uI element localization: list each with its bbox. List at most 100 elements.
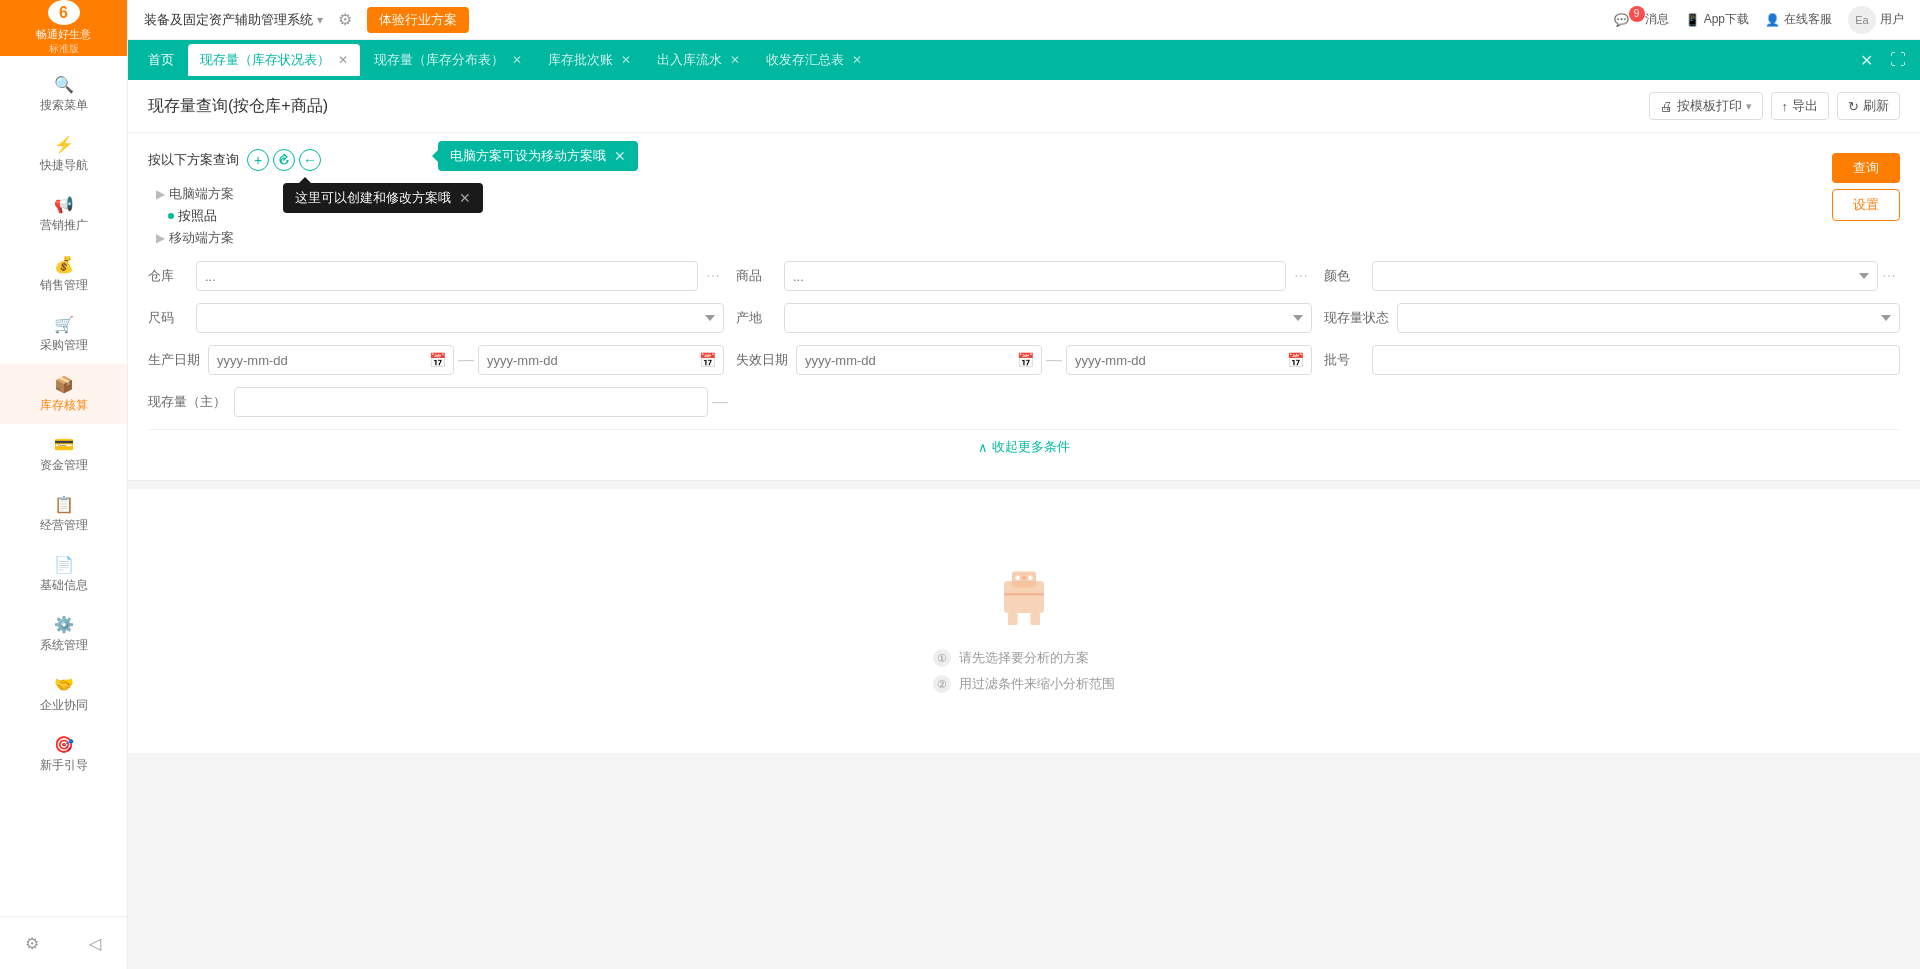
online-service-action[interactable]: 👤 在线客服 xyxy=(1765,11,1832,28)
sidebar-item-enterprise[interactable]: 🤝 企业协同 xyxy=(0,664,127,724)
calendar-icon-expire-end[interactable]: 📅 xyxy=(1287,352,1304,368)
sidebar-item-finance[interactable]: 💳 资金管理 xyxy=(0,424,127,484)
tab-inout-flow[interactable]: 出入库流水 ✕ xyxy=(645,44,752,76)
sidebar-item-sales[interactable]: 💰 销售管理 xyxy=(0,244,127,304)
filter-row-2: 尺码 产地 现存量状态 xyxy=(148,303,1900,333)
sidebar-item-inventory[interactable]: 📦 库存核算 xyxy=(0,364,127,424)
svg-point-2 xyxy=(1015,575,1020,580)
goods-input[interactable] xyxy=(784,261,1286,291)
filter-label: 按以下方案查询 xyxy=(148,151,239,169)
sidebar-item-system[interactable]: ⚙️ 系统管理 xyxy=(0,604,127,664)
gear-icon-btn[interactable]: ⚙ xyxy=(331,6,359,34)
query-button[interactable]: 查询 xyxy=(1832,153,1900,183)
guide-icon: 🎯 xyxy=(54,734,74,754)
origin-label: 产地 xyxy=(736,309,776,327)
tab-close-all-btn[interactable]: ✕ xyxy=(1852,46,1880,74)
collapse-label: 收起更多条件 xyxy=(992,438,1070,456)
tab-inventory-distribution[interactable]: 现存量（库存分布表） ✕ xyxy=(362,44,534,76)
collapse-sidebar-btn[interactable]: ◁ xyxy=(81,929,109,957)
empty-step-2-text: 用过滤条件来缩小分析范围 xyxy=(959,675,1115,693)
collapse-more-btn[interactable]: ∧ 收起更多条件 xyxy=(148,429,1900,464)
expire-date-start-wrap: 📅 xyxy=(796,345,1042,375)
finance-icon: 💳 xyxy=(54,434,74,454)
warehouse-input[interactable] xyxy=(196,261,698,291)
expire-date-end[interactable] xyxy=(1066,345,1312,375)
tab-close-distribution[interactable]: ✕ xyxy=(512,53,522,67)
produce-date-end[interactable] xyxy=(478,345,724,375)
tab-close-inout[interactable]: ✕ xyxy=(730,53,740,67)
expire-date-start[interactable] xyxy=(796,345,1042,375)
sidebar-item-operations[interactable]: 📋 经营管理 xyxy=(0,484,127,544)
color-more-icon[interactable]: ⋯ xyxy=(1878,268,1900,284)
stock-qty-range: — xyxy=(234,387,728,417)
sidebar-item-purchase[interactable]: 🛒 采购管理 xyxy=(0,304,127,364)
scheme-group-pc-name[interactable]: 电脑端方案 xyxy=(169,185,234,203)
app-download-action[interactable]: 📱 App下载 xyxy=(1685,11,1749,28)
svg-rect-5 xyxy=(1030,613,1040,625)
tab-close-inventory-status[interactable]: ✕ xyxy=(338,53,348,67)
back-scheme-btn[interactable]: ← xyxy=(299,149,321,171)
filter-field-goods: 商品 ⋯ xyxy=(736,261,1312,291)
reset-button[interactable]: 设置 xyxy=(1832,189,1900,221)
message-action[interactable]: 💬 9 消息 xyxy=(1614,11,1669,28)
print-btn[interactable]: 🖨 按模板打印 ▾ xyxy=(1649,92,1763,120)
stock-qty-min[interactable] xyxy=(234,387,708,417)
warehouse-more-icon[interactable]: ⋯ xyxy=(702,268,724,284)
system-icon: ⚙️ xyxy=(54,614,74,634)
sidebar-item-marketing[interactable]: 📢 营销推广 xyxy=(0,184,127,244)
tab-batch-ledger[interactable]: 库存批次账 ✕ xyxy=(536,44,643,76)
sidebar-nav: 🔍 搜索菜单 ⚡ 快捷导航 📢 营销推广 💰 销售管理 🛒 采购管理 📦 库存核… xyxy=(0,56,127,916)
produce-date-label: 生产日期 xyxy=(148,351,200,369)
tab-receive-send-label: 收发存汇总表 xyxy=(766,51,844,69)
batch-input[interactable] xyxy=(1372,345,1900,375)
scheme-toggle-pc[interactable]: ▶ xyxy=(156,187,165,201)
settings-bottom-btn[interactable]: ⚙ xyxy=(18,929,46,957)
filter-field-expire-date: 失效日期 📅 — 📅 xyxy=(736,345,1312,375)
svg-point-7 xyxy=(1022,576,1025,579)
avatar-text: Ea xyxy=(1855,14,1868,26)
calendar-icon-produce-end[interactable]: 📅 xyxy=(699,352,716,368)
sidebar-item-basic[interactable]: 📄 基础信息 xyxy=(0,544,127,604)
goods-more-icon[interactable]: ⋯ xyxy=(1290,268,1312,284)
color-select[interactable] xyxy=(1372,261,1878,291)
calendar-icon-produce-start[interactable]: 📅 xyxy=(429,352,446,368)
header-left: 装备及固定资产辅助管理系统 ▾ ⚙ 体验行业方案 xyxy=(144,6,469,34)
size-select[interactable] xyxy=(196,303,724,333)
sidebar-item-quicknav[interactable]: ⚡ 快捷导航 xyxy=(0,124,127,184)
add-scheme-btn[interactable]: + xyxy=(247,149,269,171)
scheme-item-label: 按照品 xyxy=(178,207,217,225)
refresh-btn[interactable]: ↻ 刷新 xyxy=(1837,92,1900,120)
empty-illustration xyxy=(984,549,1064,629)
tooltip-pc-close[interactable]: ✕ xyxy=(614,148,626,164)
refresh-scheme-btn[interactable] xyxy=(273,149,295,171)
calendar-icon-expire-start[interactable]: 📅 xyxy=(1017,352,1034,368)
tooltip-pc-text: 电脑方案可设为移动方案哦 xyxy=(450,147,606,165)
experience-button[interactable]: 体验行业方案 xyxy=(367,7,469,33)
sidebar-item-search[interactable]: 🔍 搜索菜单 xyxy=(0,64,127,124)
produce-date-start[interactable] xyxy=(208,345,454,375)
tab-close-batch[interactable]: ✕ xyxy=(621,53,631,67)
tab-close-receive[interactable]: ✕ xyxy=(852,53,862,67)
tab-home[interactable]: 首页 xyxy=(136,44,186,76)
system-selector[interactable]: 装备及固定资产辅助管理系统 ▾ xyxy=(144,11,323,29)
tab-maximize-btn[interactable]: ⛶ xyxy=(1884,46,1912,74)
print-chevron-icon: ▾ xyxy=(1746,100,1752,113)
sidebar-item-guide[interactable]: 🎯 新手引导 xyxy=(0,724,127,784)
app-download-label: App下载 xyxy=(1704,11,1749,28)
scheme-tooltip-close[interactable]: ✕ xyxy=(459,190,471,206)
export-btn[interactable]: ↑ 导出 xyxy=(1771,92,1830,120)
logo-icon: 6 xyxy=(48,0,80,25)
step-number-1: ① xyxy=(933,649,951,667)
empty-step-1-text: 请先选择要分析的方案 xyxy=(959,649,1089,667)
sidebar-label-guide: 新手引导 xyxy=(40,757,88,774)
scheme-group-mobile-name[interactable]: 移动端方案 xyxy=(169,229,234,247)
stock-status-select[interactable] xyxy=(1397,303,1900,333)
filter-field-stock-qty: 现存量（主） — xyxy=(148,387,728,417)
origin-select[interactable] xyxy=(784,303,1312,333)
tab-inventory-status[interactable]: 现存量（库存状况表） ✕ xyxy=(188,44,360,76)
message-icon: 💬 xyxy=(1614,13,1629,27)
sidebar: 6 畅通好生意 标准版 🔍 搜索菜单 ⚡ 快捷导航 📢 营销推广 💰 销售管理 … xyxy=(0,0,128,969)
scheme-toggle-mobile[interactable]: ▶ xyxy=(156,231,165,245)
user-action[interactable]: Ea 用户 xyxy=(1848,6,1904,34)
tab-receive-send[interactable]: 收发存汇总表 ✕ xyxy=(754,44,874,76)
